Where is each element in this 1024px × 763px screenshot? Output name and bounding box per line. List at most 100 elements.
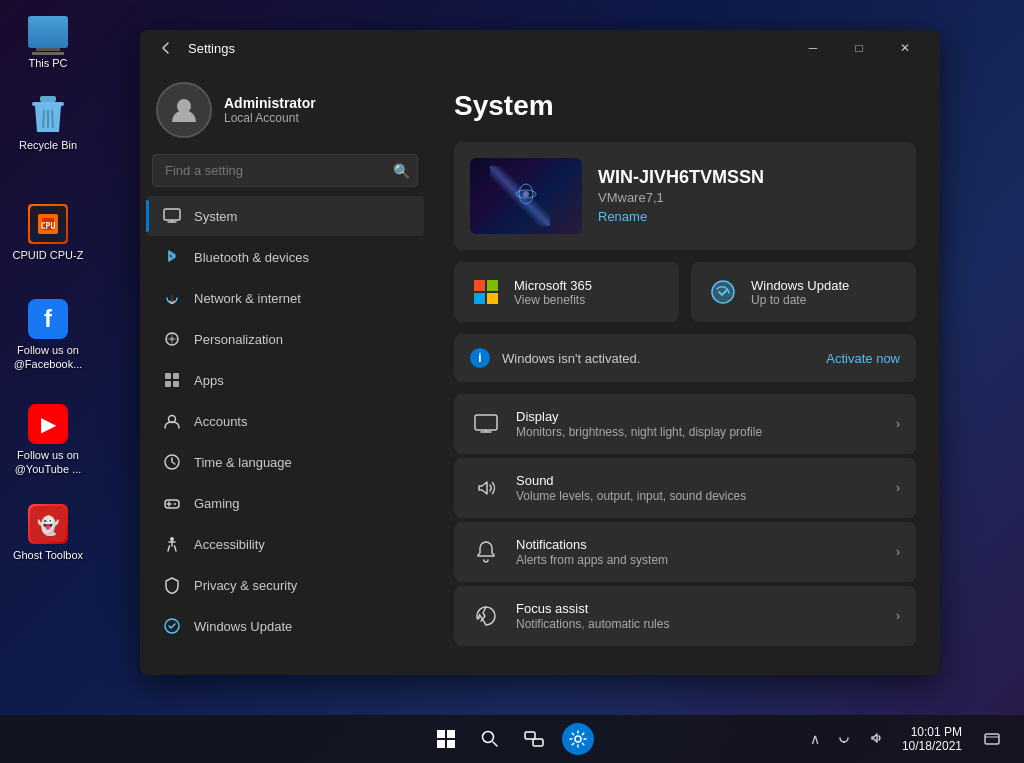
desktop-icon-ghost-toolbox[interactable]: 👻 Ghost Toolbox (8, 500, 88, 566)
sidebar-item-accessibility[interactable]: Accessibility (146, 524, 424, 564)
sidebar-item-bluetooth-label: Bluetooth & devices (194, 250, 408, 265)
taskbar-taskview-button[interactable] (514, 719, 554, 759)
taskbar-settings-button[interactable] (558, 719, 598, 759)
sound-chevron: › (896, 481, 900, 495)
notifications-title: Notifications (516, 537, 882, 552)
microsoft365-icon (470, 276, 502, 308)
settings-window: Settings ─ □ ✕ (140, 30, 940, 675)
setting-focus-assist[interactable]: Focus assist Notifications, automatic ru… (454, 586, 916, 646)
focus-assist-title: Focus assist (516, 601, 882, 616)
display-title: Display (516, 409, 882, 424)
svg-rect-18 (165, 373, 171, 379)
sidebar-item-network[interactable]: Network & internet (146, 278, 424, 318)
taskbar-center (426, 719, 598, 759)
minimize-button[interactable]: ─ (790, 32, 836, 64)
clock-date: 10/18/2021 (902, 739, 962, 753)
desktop-icon-ghost-toolbox-label: Ghost Toolbox (13, 548, 83, 562)
window-controls: ─ □ ✕ (790, 32, 928, 64)
sidebar-item-accounts[interactable]: Accounts (146, 401, 424, 441)
desktop-icon-recycle-bin[interactable]: Recycle Bin (8, 90, 88, 156)
apps-icon (162, 370, 182, 390)
window-title: Settings (188, 41, 790, 56)
sound-title: Sound (516, 473, 882, 488)
svg-rect-12 (164, 209, 180, 220)
display-text: Display Monitors, brightness, night ligh… (516, 409, 882, 439)
sidebar-item-windows-update[interactable]: Windows Update (146, 606, 424, 646)
svg-rect-19 (173, 373, 179, 379)
clock-area[interactable]: 10:01 PM 10/18/2021 (896, 723, 968, 755)
svg-rect-1 (40, 96, 56, 102)
sidebar-item-personalization[interactable]: Personalization (146, 319, 424, 359)
taskbar-search-button[interactable] (470, 719, 510, 759)
desktop-icon-cpuid[interactable]: CPU CPUID CPU-Z (8, 200, 88, 266)
desktop-icon-facebook-label: Follow us on @Facebook... (12, 343, 84, 372)
main-panel: System (430, 66, 940, 675)
sidebar-item-apps[interactable]: Apps (146, 360, 424, 400)
svg-rect-35 (474, 293, 485, 304)
sidebar-item-time-language-label: Time & language (194, 455, 408, 470)
network-icon (162, 288, 182, 308)
desktop-icon-cpuid-label: CPUID CPU-Z (13, 248, 84, 262)
sidebar-item-apps-label: Apps (194, 373, 408, 388)
sidebar-item-time-language[interactable]: Time & language (146, 442, 424, 482)
sidebar-item-system[interactable]: System (146, 196, 424, 236)
svg-text:CPU: CPU (41, 222, 56, 231)
svg-rect-43 (447, 730, 455, 738)
svg-rect-34 (487, 280, 498, 291)
sidebar-item-bluetooth[interactable]: Bluetooth & devices (146, 237, 424, 277)
windows-update-quick-icon (707, 276, 739, 308)
quick-info-microsoft365[interactable]: Microsoft 365 View benefits (454, 262, 679, 322)
accounts-icon (162, 411, 182, 431)
svg-rect-44 (437, 740, 445, 748)
system-hostname: WIN-JIVH6TVMSSN (598, 167, 900, 188)
sidebar-item-gaming[interactable]: Gaming (146, 483, 424, 523)
close-button[interactable]: ✕ (882, 32, 928, 64)
notification-center-button[interactable] (976, 723, 1008, 755)
back-button[interactable] (152, 34, 180, 62)
desktop-icon-youtube[interactable]: ▶ Follow us on @YouTube ... (8, 400, 88, 481)
taskbar: ∧ 10:01 PM 10/18/2021 (0, 715, 1024, 763)
gaming-icon (162, 493, 182, 513)
microsoft365-title: Microsoft 365 (514, 278, 663, 293)
tray-overflow-button[interactable]: ∧ (806, 727, 824, 751)
desktop-icon-facebook[interactable]: f Follow us on @Facebook... (8, 295, 88, 376)
activation-banner: i Windows isn't activated. Activate now (454, 334, 916, 382)
notifications-desc: Alerts from apps and system (516, 553, 882, 567)
svg-point-27 (174, 503, 176, 505)
setting-notifications[interactable]: Notifications Alerts from apps and syste… (454, 522, 916, 582)
setting-display[interactable]: Display Monitors, brightness, night ligh… (454, 394, 916, 454)
windows-update-quick-sub: Up to date (751, 293, 900, 307)
search-input[interactable] (152, 154, 418, 187)
settings-taskbar-icon (562, 723, 594, 755)
activate-now-link[interactable]: Activate now (826, 351, 900, 366)
accessibility-icon (162, 534, 182, 554)
user-info: Administrator Local Account (224, 95, 414, 125)
desktop-icon-this-pc[interactable]: This PC (8, 8, 88, 74)
maximize-button[interactable]: □ (836, 32, 882, 64)
svg-point-46 (483, 732, 494, 743)
facebook-icon: f (28, 299, 68, 339)
start-button[interactable] (426, 719, 466, 759)
svg-line-2 (43, 110, 44, 128)
sound-text: Sound Volume levels, output, input, soun… (516, 473, 882, 503)
windows-update-quick-text: Windows Update Up to date (751, 278, 900, 307)
svg-rect-48 (533, 739, 543, 746)
svg-rect-0 (32, 102, 64, 106)
window-body: Administrator Local Account 🔍 (140, 66, 940, 675)
display-icon (470, 408, 502, 440)
svg-line-4 (52, 110, 53, 128)
sidebar-item-privacy-security[interactable]: Privacy & security (146, 565, 424, 605)
search-icon[interactable]: 🔍 (393, 163, 410, 179)
sidebar-nav: System Bluetooth & devices (140, 195, 430, 647)
notifications-text: Notifications Alerts from apps and syste… (516, 537, 882, 567)
setting-sound[interactable]: Sound Volume levels, output, input, soun… (454, 458, 916, 518)
sound-tray-icon[interactable] (864, 726, 888, 753)
system-icon (162, 206, 182, 226)
quick-info-windows-update[interactable]: Windows Update Up to date (691, 262, 916, 322)
svg-point-49 (575, 736, 581, 742)
network-tray-icon[interactable] (832, 726, 856, 753)
rename-link[interactable]: Rename (598, 209, 647, 224)
svg-rect-39 (475, 415, 497, 430)
microsoft365-text: Microsoft 365 View benefits (514, 278, 663, 307)
microsoft365-sub[interactable]: View benefits (514, 293, 663, 307)
